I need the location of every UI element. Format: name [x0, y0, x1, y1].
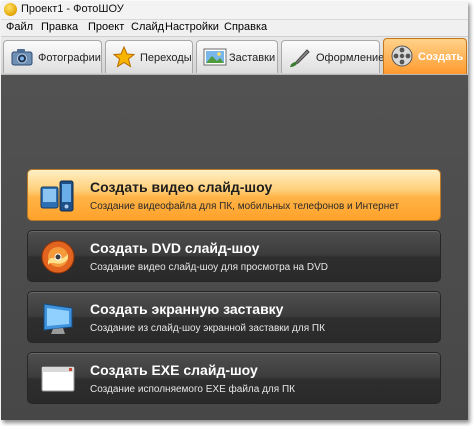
picture-icon: [203, 48, 227, 66]
monitor-icon: [43, 303, 73, 334]
create-exe-desc: Создание исполняемого EXE файла для ПК: [90, 384, 295, 395]
tab-screensavers-label: Заставки: [229, 52, 276, 64]
create-video-title: Создать видео слайд-шоу: [90, 179, 273, 195]
create-dvd-title: Создать DVD слайд-шоу: [90, 240, 260, 256]
tab-design-label: Оформление: [316, 52, 385, 64]
menu-edit[interactable]: Правка: [41, 21, 78, 33]
film-reel-icon: [391, 45, 413, 67]
tab-screensavers[interactable]: Заставки: [196, 40, 278, 73]
tab-transitions[interactable]: Переходы: [105, 40, 193, 73]
dvd-disc-icon: [41, 240, 75, 274]
menu-help[interactable]: Справка: [224, 21, 267, 33]
create-screensaver-title: Создать экранную заставку: [90, 301, 284, 317]
app-window: Проект1 - ФотоШОУ Файл Правка Проект Сла…: [1, 1, 468, 420]
tab-bar: Фотографии Переходы Заставки Оформление: [1, 37, 468, 75]
tab-transitions-label: Переходы: [140, 52, 192, 64]
brush-icon: [290, 49, 310, 67]
menu-project[interactable]: Проект: [88, 21, 124, 33]
tab-photos-label: Фотографии: [38, 52, 101, 64]
create-video-desc: Создание видеофайла для ПК, мобильных те…: [90, 201, 400, 212]
menu-settings[interactable]: Настройки: [165, 21, 219, 33]
window-icon: [41, 366, 75, 392]
video-phone-icon: [40, 180, 74, 212]
camera-icon: [11, 49, 33, 66]
window-title: Проект1 - ФотоШОУ: [21, 3, 124, 15]
create-exe-button[interactable]: Создать EXE слайд-шоу Создание исполняем…: [27, 352, 441, 404]
menu-bar: Файл Правка Проект Слайд Настройки Справ…: [1, 20, 468, 37]
create-exe-title: Создать EXE слайд-шоу: [90, 362, 258, 378]
star-icon: [112, 46, 136, 68]
create-video-button[interactable]: Создать видео слайд-шоу Создание видеофа…: [27, 169, 441, 221]
tab-create-label: Создать: [418, 51, 464, 63]
create-dvd-desc: Создание видео слайд-шоу для просмотра н…: [90, 262, 328, 273]
title-bar: Проект1 - ФотоШОУ: [1, 1, 468, 20]
app-logo-icon: [4, 3, 17, 16]
menu-file[interactable]: Файл: [6, 21, 33, 33]
tab-design[interactable]: Оформление: [281, 40, 384, 73]
tab-photos[interactable]: Фотографии: [3, 40, 102, 73]
menu-slide[interactable]: Слайд: [131, 21, 164, 33]
create-screensaver-desc: Создание из слайд-шоу экранной заставки …: [90, 323, 325, 334]
create-dvd-button[interactable]: Создать DVD слайд-шоу Создание видео сла…: [27, 230, 441, 282]
create-panel: Создать видео слайд-шоу Создание видеофа…: [1, 75, 468, 420]
create-screensaver-button[interactable]: Создать экранную заставку Создание из сл…: [27, 291, 441, 343]
tab-create[interactable]: Создать: [383, 38, 467, 74]
